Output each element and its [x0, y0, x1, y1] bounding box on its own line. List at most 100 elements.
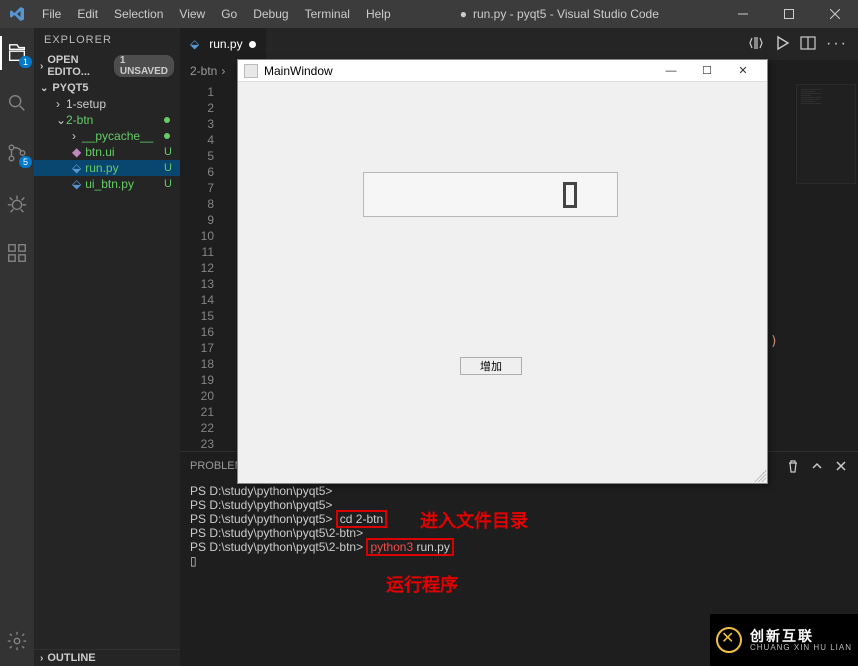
tree-folder-pycache[interactable]: › __pycache__: [34, 128, 180, 144]
folder-label: 1-setup: [66, 97, 106, 111]
modified-dot: ●: [460, 7, 467, 21]
activity-explorer-icon[interactable]: 1: [0, 36, 34, 70]
outline-header[interactable]: › OUTLINE: [34, 649, 180, 666]
python-file-icon: ⬙: [72, 177, 81, 191]
scm-badge: 5: [19, 156, 32, 168]
activity-scm-icon[interactable]: 5: [0, 136, 34, 170]
line-number: 9: [180, 212, 214, 228]
mainwin-title-text: MainWindow: [264, 64, 333, 78]
outline-label: OUTLINE: [47, 652, 95, 664]
git-status: U: [164, 146, 176, 158]
line-number: 3: [180, 116, 214, 132]
line-number: 18: [180, 356, 214, 372]
window-title: ● run.py - pyqt5 - Visual Studio Code: [399, 7, 720, 21]
tree-folder-2-btn[interactable]: ⌄ 2-btn: [34, 112, 180, 128]
explorer-badge: 1: [19, 56, 32, 68]
line-number: 15: [180, 308, 214, 324]
project-name: PYQT5: [52, 82, 88, 94]
activity-extensions-icon[interactable]: [0, 236, 34, 270]
menu-selection[interactable]: Selection: [106, 7, 171, 21]
explorer-sidebar: EXPLORER › OPEN EDITO... 1 UNSAVED ⌄ PYQ…: [34, 28, 180, 666]
line-number: 1: [180, 84, 214, 100]
project-header[interactable]: ⌄ PYQT5: [34, 80, 180, 96]
watermark-text: 创新互联: [750, 629, 852, 643]
menu-terminal[interactable]: Terminal: [297, 7, 358, 21]
terminal-line: PS D:\study\python\pyqt5\2-btn> python3 …: [190, 540, 848, 554]
trash-icon[interactable]: [786, 459, 800, 473]
chevron-up-icon[interactable]: [810, 459, 824, 473]
tab-label: run.py: [209, 37, 242, 51]
line-number: 4: [180, 132, 214, 148]
menu-debug[interactable]: Debug: [245, 7, 296, 21]
chevron-right-icon: ›: [40, 653, 43, 664]
tree-file-run-py[interactable]: ⬙ run.py U: [34, 160, 180, 176]
modified-dot-icon: [164, 133, 170, 139]
compare-icon[interactable]: [748, 35, 764, 53]
window-controls: [720, 0, 858, 28]
file-tree: › 1-setup ⌄ 2-btn › __pycache__ ◆ btn.ui…: [34, 96, 180, 192]
more-icon[interactable]: ···: [826, 35, 848, 53]
menu-go[interactable]: Go: [213, 7, 245, 21]
tree-file-btn-ui[interactable]: ◆ btn.ui U: [34, 144, 180, 160]
activity-debug-icon[interactable]: [0, 186, 34, 220]
vscode-logo-icon: [0, 6, 34, 22]
line-number: 12: [180, 260, 214, 276]
run-icon[interactable]: [774, 35, 790, 53]
folder-label: 2-btn: [66, 113, 93, 127]
watermark: 创新互联 CHUANG XIN HU LIAN: [710, 614, 858, 666]
mainwin-title-bar[interactable]: MainWindow — ☐ ✕: [238, 60, 767, 82]
activity-search-icon[interactable]: [0, 86, 34, 120]
minimize-button[interactable]: [720, 0, 766, 28]
chevron-right-icon: ›: [56, 97, 66, 111]
line-number: 10: [180, 228, 214, 244]
tree-folder-1-setup[interactable]: › 1-setup: [34, 96, 180, 112]
panel-tab-problems[interactable]: PROBLEM: [190, 460, 244, 472]
line-number: 5: [180, 148, 214, 164]
breadcrumb-folder: 2-btn: [190, 64, 217, 78]
mainwin-close-button[interactable]: ✕: [725, 64, 761, 77]
pyqt-main-window[interactable]: MainWindow — ☐ ✕ 增加: [237, 59, 768, 484]
python-file-icon: ⬙: [72, 161, 81, 175]
app-icon: [244, 64, 258, 78]
chevron-down-icon: ⌄: [40, 83, 48, 94]
mainwin-body: 增加: [238, 82, 767, 483]
file-label: ui_btn.py: [85, 177, 134, 191]
file-icon: ◆: [72, 145, 81, 159]
close-icon[interactable]: [834, 459, 848, 473]
minimap[interactable]: ――――――――――――――――――――――――――――――――――――――――…: [796, 84, 856, 184]
menu-file[interactable]: File: [34, 7, 69, 21]
python-file-icon: ⬙: [190, 37, 199, 51]
terminal-cursor: ▯: [190, 554, 848, 568]
line-number: 16: [180, 324, 214, 340]
menu-edit[interactable]: Edit: [69, 7, 106, 21]
close-button[interactable]: [812, 0, 858, 28]
line-number: 21: [180, 404, 214, 420]
terminal-line: PS D:\study\python\pyqt5>: [190, 484, 848, 498]
mainwin-maximize-button[interactable]: ☐: [689, 64, 725, 77]
activity-bar: 1 5: [0, 28, 34, 666]
watermark-subtext: CHUANG XIN HU LIAN: [750, 643, 852, 652]
lcd-number-display: [363, 172, 618, 217]
mainwin-minimize-button[interactable]: —: [653, 65, 689, 77]
add-button[interactable]: 增加: [460, 357, 522, 375]
line-number: 20: [180, 388, 214, 404]
chevron-right-icon: ›: [72, 129, 82, 143]
menu-help[interactable]: Help: [358, 7, 399, 21]
line-number: 23: [180, 436, 214, 452]
unsaved-badge: 1 UNSAVED: [114, 55, 174, 77]
line-number: 11: [180, 244, 214, 260]
tree-file-ui-btn-py[interactable]: ⬙ ui_btn.py U: [34, 176, 180, 192]
lcd-digit: [563, 182, 577, 208]
maximize-button[interactable]: [766, 0, 812, 28]
line-number: 8: [180, 196, 214, 212]
activity-settings-icon[interactable]: [0, 624, 34, 658]
line-number: 2: [180, 100, 214, 116]
open-editors-header[interactable]: › OPEN EDITO... 1 UNSAVED: [34, 52, 180, 80]
resize-grip-icon[interactable]: [754, 470, 766, 482]
annotation-run: 运行程序: [386, 578, 458, 592]
tab-run-py[interactable]: ⬙ run.py: [180, 28, 267, 60]
line-number: 6: [180, 164, 214, 180]
terminal-line: PS D:\study\python\pyqt5>: [190, 498, 848, 512]
split-editor-icon[interactable]: [800, 35, 816, 53]
menu-view[interactable]: View: [171, 7, 213, 21]
